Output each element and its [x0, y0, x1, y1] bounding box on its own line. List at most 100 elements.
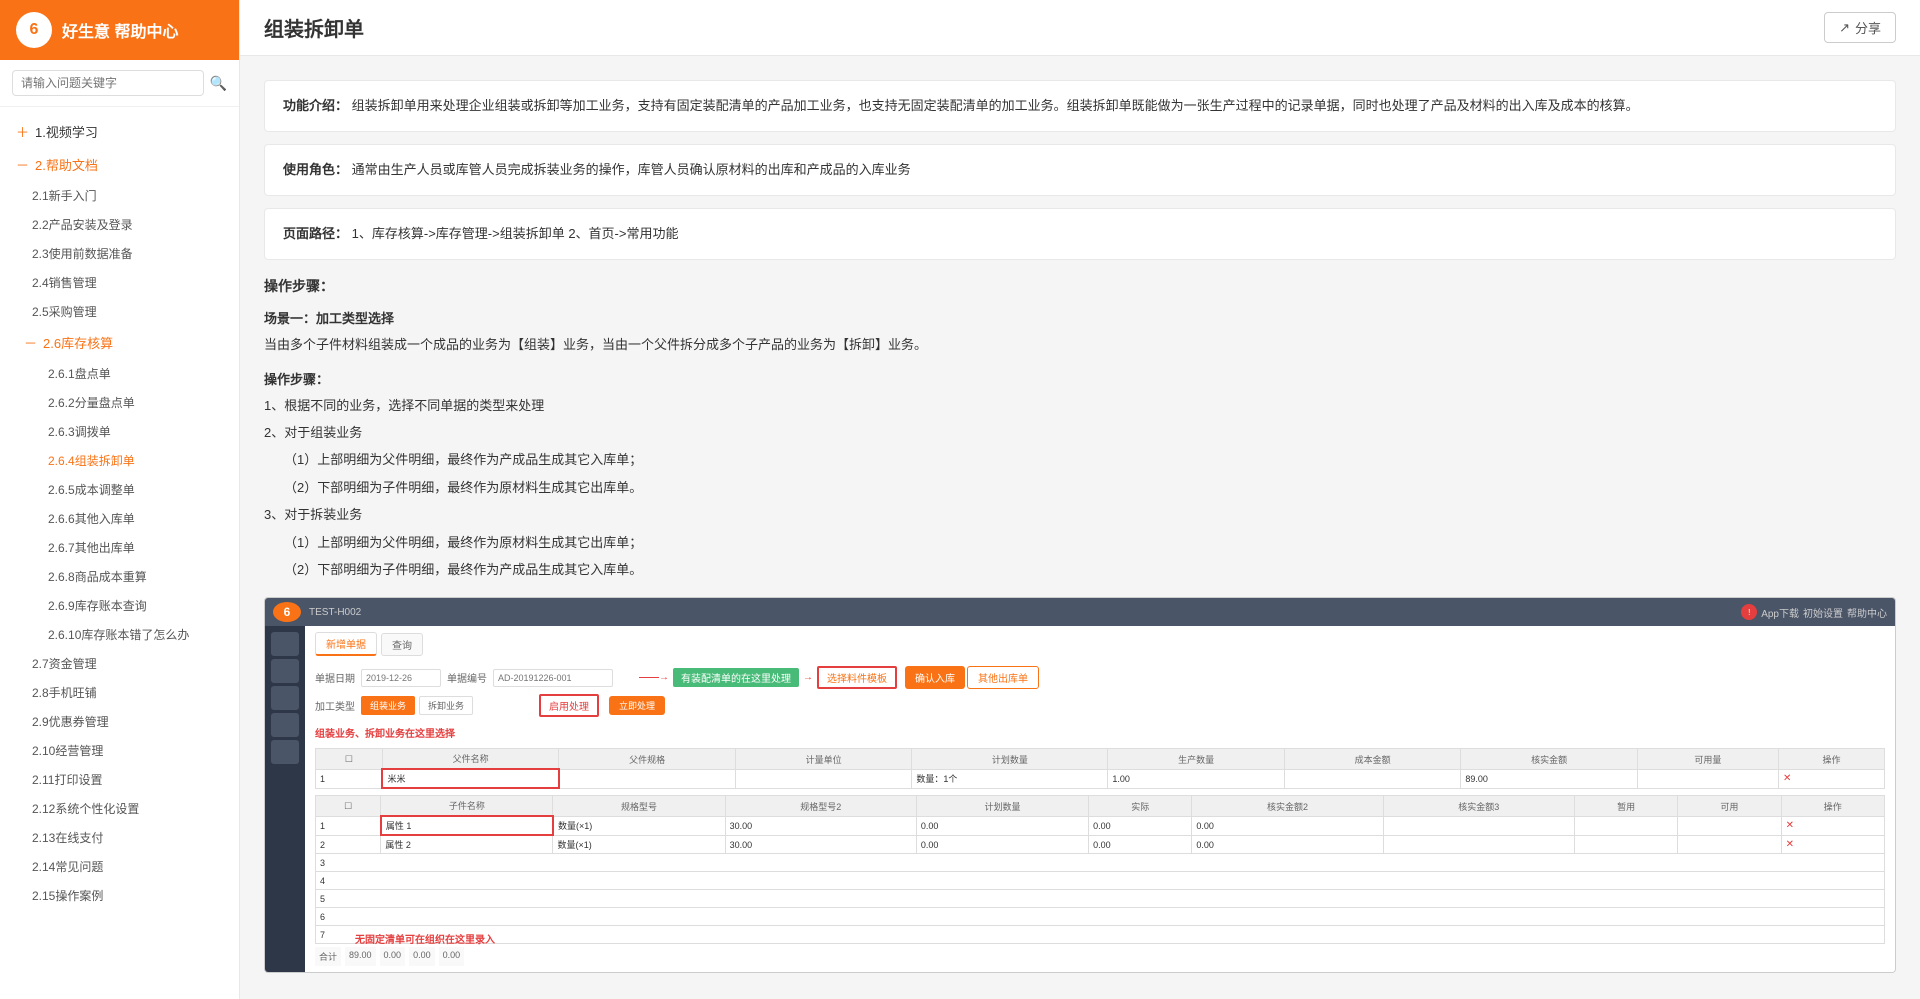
sidebar-item-docs-26[interactable]: － 2.6库存核算: [0, 326, 239, 359]
sidebar-item-docs-214[interactable]: 2.14常见问题: [0, 852, 239, 881]
sidebar-item-docs-23[interactable]: 2.3使用前数据准备: [0, 239, 239, 268]
ss-th-prod-qty: 生产数量: [1108, 749, 1284, 770]
sidebar-item-docs-21[interactable]: 2.1新手入门: [0, 181, 239, 210]
sidebar-item-docs-22[interactable]: 2.2产品安装及登录: [0, 210, 239, 239]
ss-lth-reserved: 暂用: [1574, 796, 1677, 817]
ss-ltd-1-10: ✕: [1781, 816, 1884, 835]
sidebar-item-docs[interactable]: － 2.帮助文档: [0, 148, 239, 181]
sidebar-item-docs-268[interactable]: 2.6.8商品成本重算: [0, 562, 239, 591]
ss-ltd-2-5: 0.00: [1089, 835, 1192, 854]
sidebar-item-docs-25[interactable]: 2.5采购管理: [0, 297, 239, 326]
ss-confirm-btn2: 立即处理: [609, 696, 665, 715]
ss-ltd-2-10: ✕: [1781, 835, 1884, 854]
ops-title: 操作步骤：: [264, 276, 1896, 296]
ss-tabs: 新增单据 查询: [315, 632, 1885, 656]
sidebar-item-docs-266[interactable]: 2.6.6其他入库单: [0, 504, 239, 533]
sidebar-item-docs-263[interactable]: 2.6.3调拨单: [0, 417, 239, 446]
ss-ltd-5: 5: [316, 890, 1885, 908]
ops-steps-title: 操作步骤：: [264, 369, 1896, 388]
share-button[interactable]: ↗ 分享: [1824, 12, 1896, 43]
sidebar-item-docs-261[interactable]: 2.6.1盘点单: [0, 359, 239, 388]
ss-notification: !: [1741, 604, 1757, 620]
sidebar-item-docs-262[interactable]: 2.6.2分量盘点单: [0, 388, 239, 417]
ss-ltd-1-1[interactable]: 属性 1: [381, 816, 553, 835]
sidebar-item-docs-210[interactable]: 2.10经营管理: [0, 736, 239, 765]
sidebar-item-docs-264[interactable]: 2.6.4组装拆卸单: [0, 446, 239, 475]
sidebar-item-docs-269[interactable]: 2.6.9库存账本查询: [0, 591, 239, 620]
ss-td-unit-1: [735, 769, 911, 788]
ss-code-input[interactable]: [493, 669, 613, 687]
ss-other-btn[interactable]: 其他出库单: [967, 666, 1039, 689]
ss-delete-icon-1[interactable]: ✕: [1783, 773, 1791, 784]
spacer: [315, 726, 1885, 744]
sidebar-item-docs-212[interactable]: 2.12系统个性化设置: [0, 794, 239, 823]
ss-type-assembly[interactable]: 组装业务: [361, 696, 415, 715]
ss-ltd-1-4: 0.00: [916, 816, 1088, 835]
ss-tab-query[interactable]: 查询: [381, 633, 423, 656]
logo-text: 6: [30, 21, 39, 39]
minus-icon-2: －: [24, 333, 37, 352]
page-title: 组装拆卸单: [264, 13, 364, 42]
nav-label: 2.6库存核算: [43, 333, 113, 352]
ss-ltd-7: 7: [316, 926, 1885, 944]
ss-date-input[interactable]: [361, 669, 441, 687]
ss-td-plan-1: 数量：1个: [912, 769, 1108, 788]
ss-form-area: 新增单据 查询 单据日期 单据编号: [305, 626, 1895, 972]
ss-tab-new[interactable]: 新增单据: [315, 632, 377, 656]
ss-lower-table-container: ☐ 子件名称 规格型号 规格型号2 计划数量 实际 核实金额2 核实金额3: [315, 795, 1885, 944]
ss-lower-del-1[interactable]: ✕: [1786, 820, 1794, 831]
ss-nav-icon-3: [271, 686, 299, 710]
sidebar-header: 6 好生意 帮助中心: [0, 0, 239, 60]
ss-lth-verify1: 核实金额2: [1192, 796, 1383, 817]
nav-tree: ＋ 1.视频学习 － 2.帮助文档 2.1新手入门 2.2产品安装及登录 2.3…: [0, 107, 239, 999]
ss-lth-name: 子件名称: [381, 796, 553, 817]
search-input[interactable]: [12, 70, 204, 96]
role-text: 使用角色： 通常由生产人员或库管人员完成拆装业务的操作，库管人员确认原材料的出库…: [283, 159, 1877, 181]
ss-arrow-2: →: [803, 672, 813, 683]
sidebar-item-docs-24[interactable]: 2.4销售管理: [0, 268, 239, 297]
ss-ltd-1-9: [1678, 816, 1781, 835]
ss-ltd-2-1[interactable]: 属性 2: [381, 835, 553, 854]
path-box: 页面路径： 1、库存核算->库存管理->组装拆卸单 2、首页->常用功能: [264, 208, 1896, 260]
ss-green-hint: 有装配清单的在这里处理: [673, 668, 799, 687]
ss-ltd-3: 3: [316, 854, 1885, 872]
sidebar-item-docs-215[interactable]: 2.15操作案例: [0, 881, 239, 910]
ss-green-hint-area: ——→ 有装配清单的在这里处理 → 选择料件模板 确认入库 其他出库单: [639, 666, 1039, 689]
sidebar-item-docs-211[interactable]: 2.11打印设置: [0, 765, 239, 794]
sidebar-item-docs-28[interactable]: 2.8手机旺铺: [0, 678, 239, 707]
ss-template-btn[interactable]: 选择料件模板: [817, 666, 897, 689]
sidebar-item-docs-213[interactable]: 2.13在线支付: [0, 823, 239, 852]
content-area: 功能介绍： 组装拆卸单用来处理企业组装或拆卸等加工业务，支持有固定装配清单的产品…: [240, 56, 1920, 999]
sidebar-item-docs-27[interactable]: 2.7资金管理: [0, 649, 239, 678]
ss-type-disassembly[interactable]: 拆卸业务: [419, 696, 473, 715]
ss-upper-table: ☐ 父件名称 父件规格 计量单位 计划数量 生产数量 成本金额 核实金额: [315, 748, 1885, 789]
search-icon[interactable]: 🔍: [210, 75, 227, 92]
sidebar-item-docs-29[interactable]: 2.9优惠券管理: [0, 707, 239, 736]
sidebar-item-docs-2610[interactable]: 2.6.10库存账本错了怎么办: [0, 620, 239, 649]
sidebar-item-video[interactable]: ＋ 1.视频学习: [0, 115, 239, 148]
ss-td-name-1[interactable]: 米米: [382, 769, 558, 788]
ss-nav-icon-4: [271, 713, 299, 737]
ss-topbar: 6 TEST-H002 ! App下载 初始设置 帮助中心: [265, 598, 1895, 626]
ss-arrow-1: ——→: [639, 672, 669, 683]
ss-lth-verify2: 核实金额3: [1383, 796, 1574, 817]
ss-lower-del-2[interactable]: ✕: [1786, 839, 1794, 850]
path-text: 页面路径： 1、库存核算->库存管理->组装拆卸单 2、首页->常用功能: [283, 223, 1877, 245]
ss-confirm-btn-2[interactable]: 立即处理: [609, 696, 665, 715]
ss-td-check-1[interactable]: 1: [316, 769, 383, 788]
ss-lth-spec2: 规格型号2: [725, 796, 916, 817]
ss-lth-plan: 计划数量: [916, 796, 1088, 817]
ss-help-label: 帮助中心: [1847, 605, 1887, 620]
ss-confirm-btn[interactable]: 确认入库: [905, 666, 965, 689]
ss-ltd-2-8: [1574, 835, 1677, 854]
ss-ltd-1-7: [1383, 816, 1574, 835]
sidebar-item-docs-267[interactable]: 2.6.7其他出库单: [0, 533, 239, 562]
intro-box: 功能介绍： 组装拆卸单用来处理企业组装或拆卸等加工业务，支持有固定装配清单的产品…: [264, 80, 1896, 132]
ss-lth-op: 操作: [1781, 796, 1884, 817]
sidebar-item-docs-265[interactable]: 2.6.5成本调整单: [0, 475, 239, 504]
ss-th-check: ☐: [316, 749, 383, 770]
scene1-title: 场景一：加工类型选择: [264, 308, 1896, 327]
ss-ltd-1-8: [1574, 816, 1677, 835]
ss-lth-check: ☐: [316, 796, 381, 817]
ss-td-verify-1: 89.00: [1461, 769, 1637, 788]
